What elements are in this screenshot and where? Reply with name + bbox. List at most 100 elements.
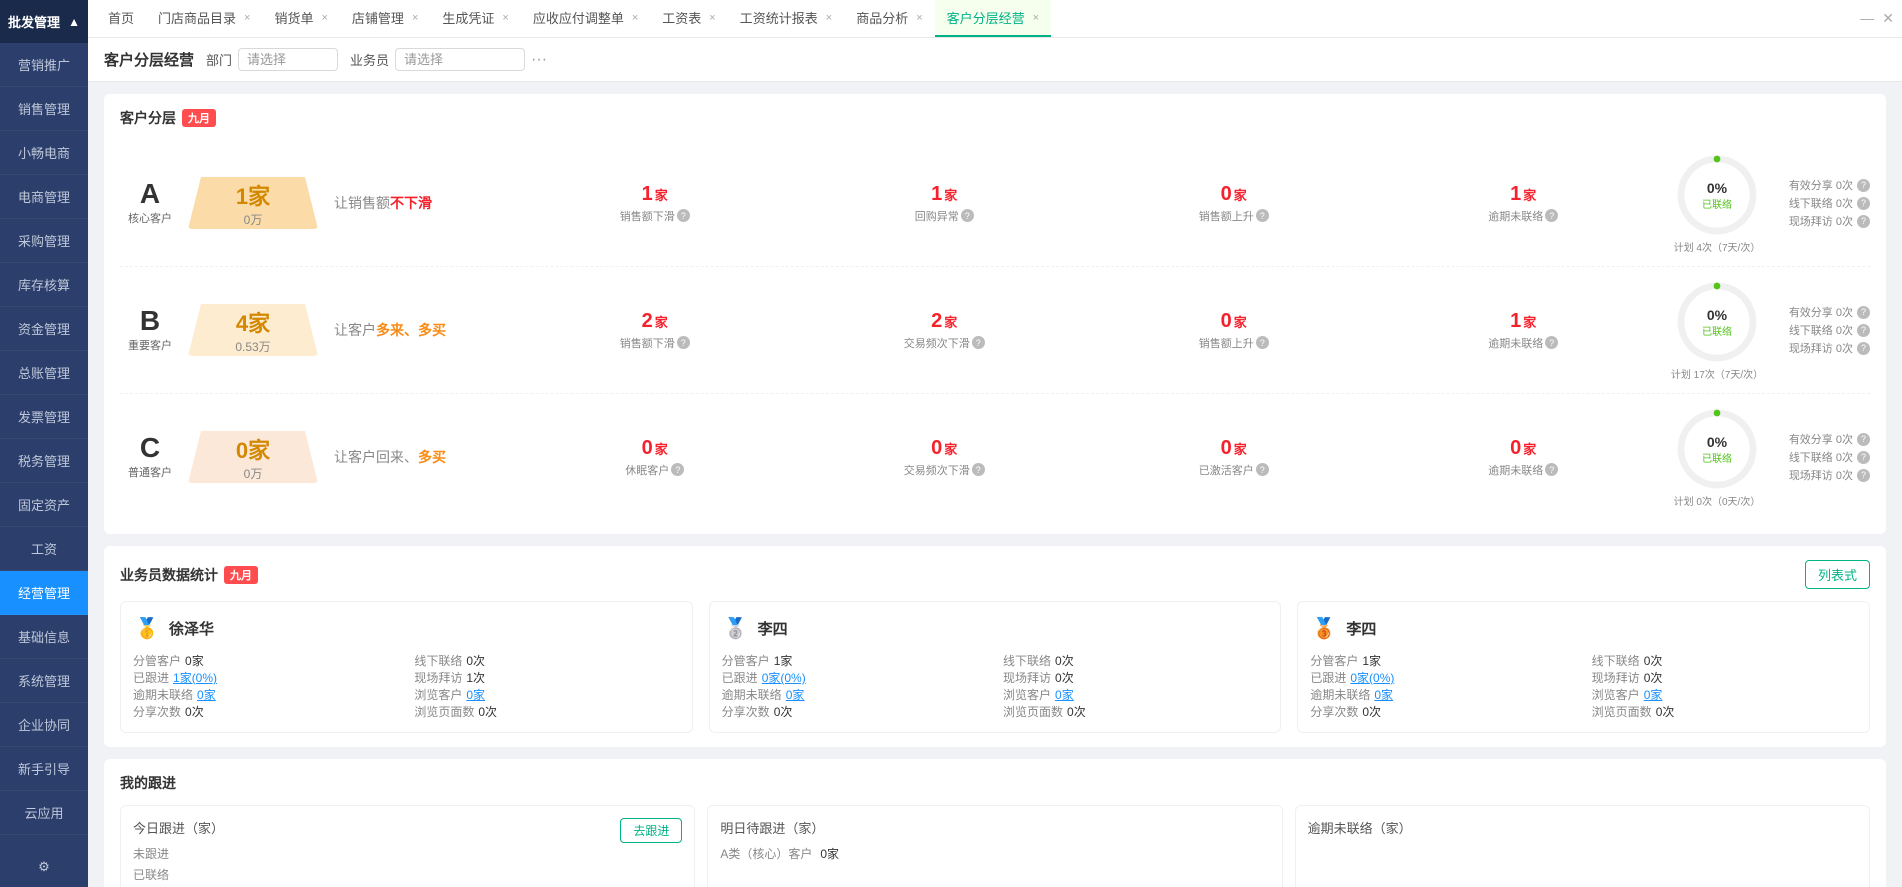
tab-sales-order[interactable]: 销货单 ×: [262, 0, 339, 37]
tab-close-product-analysis[interactable]: ×: [916, 12, 922, 24]
tab-label-product-analysis: 商品分析: [856, 8, 908, 27]
tab-close-store-mgmt[interactable]: ×: [412, 12, 418, 24]
tab-bar-actions: — ✕: [1860, 10, 1894, 27]
circle-stat-a: 0% 已联络 计划 4次（7天/次）: [1672, 150, 1762, 240]
tab-voucher[interactable]: 生成凭证 ×: [430, 0, 520, 37]
biz-name-2: 李四: [1346, 618, 1376, 639]
tier-label-b: B重要客户: [120, 307, 180, 353]
biz-row-right-2-0: 线下联络0次: [1592, 652, 1857, 669]
staff-more-icon[interactable]: ···: [531, 51, 547, 69]
sidebar-item-salary[interactable]: 工资: [0, 527, 88, 571]
sidebar-item-finance[interactable]: 资金管理: [0, 307, 88, 351]
tab-adjustment[interactable]: 应收应付调整单 ×: [521, 0, 650, 37]
stat-item-b-3[interactable]: 1家逾期未联络 ?: [1383, 310, 1665, 351]
sidebar-collapse-icon[interactable]: ▲: [68, 15, 80, 29]
tab-payroll-report[interactable]: 工资统计报表×: [728, 0, 844, 37]
sidebar-item-assets[interactable]: 固定资产: [0, 483, 88, 527]
follow-card-title-1: 明日待跟进（家）: [720, 818, 1269, 837]
sidebar-item-system[interactable]: 系统管理: [0, 659, 88, 703]
list-view-button[interactable]: 列表式: [1805, 560, 1870, 589]
tier-count-a[interactable]: 1家0万: [188, 177, 318, 229]
stat-item-b-1[interactable]: 2家交易频次下滑 ?: [804, 310, 1086, 351]
sidebar-header[interactable]: 批发管理 ▲: [0, 0, 88, 43]
sidebar-item-ecommerce[interactable]: 小畅电商: [0, 131, 88, 175]
window-minimize-icon[interactable]: —: [1860, 10, 1874, 27]
biz-row-left-1-1: 已跟进0家(0%): [722, 669, 987, 686]
tab-label-adjustment: 应收应付调整单: [533, 8, 624, 27]
sidebar-item-guide[interactable]: 新手引导: [0, 747, 88, 791]
tier-label-c: C普通客户: [120, 434, 180, 480]
tab-label-home: 首页: [108, 8, 134, 27]
tab-label-sales-order: 销货单: [274, 8, 313, 27]
tier-row-b: B重要客户4家0.53万让客户多来、多买2家销售额下滑 ?2家交易频次下滑 ?0…: [120, 267, 1870, 394]
sidebar-item-collab[interactable]: 企业协同: [0, 703, 88, 747]
sidebar-item-sales[interactable]: 销售管理: [0, 87, 88, 131]
circle-stat-c: 0% 已联络 计划 0次（0天/次）: [1672, 404, 1762, 494]
biz-row-right-1-0: 线下联络0次: [1003, 652, 1268, 669]
tab-label-voucher: 生成凭证: [442, 8, 494, 27]
tab-close-payroll[interactable]: ×: [709, 12, 715, 24]
tab-close-sales-order[interactable]: ×: [321, 12, 327, 24]
sidebar-item-ledger[interactable]: 总账管理: [0, 351, 88, 395]
biz-name-0: 徐泽华: [169, 618, 214, 639]
stat-item-a-3[interactable]: 1家逾期未联络 ?: [1383, 183, 1665, 224]
stat-item-c-2[interactable]: 0家已激活客户 ?: [1093, 437, 1375, 478]
sidebar-item-operations[interactable]: 经营管理: [0, 571, 88, 615]
dept-label: 部门: [206, 50, 232, 69]
biz-row-right-0-1: 现场拜访1次: [414, 669, 679, 686]
tier-row-a: A核心客户1家0万让销售额不下滑1家销售额下滑 ?1家回购异常 ?0家销售额上升…: [120, 140, 1870, 267]
tab-close-adjustment[interactable]: ×: [632, 12, 638, 24]
stat-item-b-2[interactable]: 0家销售额上升 ?: [1093, 310, 1375, 351]
stat-item-a-0[interactable]: 1家销售额下滑 ?: [514, 183, 796, 224]
biz-row-left-0-0: 分管客户0家: [133, 652, 398, 669]
tier-slogan-a: 让销售额不下滑: [326, 193, 506, 213]
tab-close-customer-tier[interactable]: ×: [1033, 12, 1039, 24]
sidebar-item-base[interactable]: 基础信息: [0, 615, 88, 659]
tab-close-catalog[interactable]: ×: [244, 12, 250, 24]
tab-bar: 首页门店商品目录×销货单×店铺管理×生成凭证×应收应付调整单×工资表×工资统计报…: [88, 0, 1902, 38]
medal-icon-0: 🥇: [133, 614, 161, 642]
tab-payroll[interactable]: 工资表×: [650, 0, 727, 37]
stat-item-c-1[interactable]: 0家交易频次下滑 ?: [804, 437, 1086, 478]
dept-select[interactable]: 请选择: [238, 48, 338, 71]
tier-count-b[interactable]: 4家0.53万: [188, 304, 318, 356]
settings-icon[interactable]: ⚙: [0, 847, 88, 887]
staff-field: 业务员 请选择 ···: [350, 48, 547, 71]
stat-item-a-2[interactable]: 0家销售额上升 ?: [1093, 183, 1375, 224]
go-follow-button[interactable]: 去跟进: [620, 818, 682, 843]
medal-icon-2: 🥉: [1310, 614, 1338, 642]
content-header: 客户分层经营 部门 请选择 业务员 请选择 ···: [88, 38, 1902, 82]
sidebar-item-purchase[interactable]: 采购管理: [0, 219, 88, 263]
tab-close-voucher[interactable]: ×: [502, 12, 508, 24]
tab-store-mgmt[interactable]: 店铺管理×: [340, 0, 430, 37]
tab-catalog[interactable]: 门店商品目录×: [146, 0, 262, 37]
sidebar-item-marketing[interactable]: 营销推广: [0, 43, 88, 87]
stat-item-c-0[interactable]: 0家休眠客户 ?: [514, 437, 796, 478]
sidebar-item-invoice[interactable]: 发票管理: [0, 395, 88, 439]
biz-row-right-2-2: 浏览客户0家: [1592, 686, 1857, 703]
staff-label: 业务员: [350, 50, 389, 69]
biz-card-1: 🥈李四分管客户1家已跟进0家(0%)逾期未联络0家分享次数0次线下联络0次现场拜…: [709, 601, 1282, 733]
staff-select[interactable]: 请选择: [395, 48, 525, 71]
stat-item-c-3[interactable]: 0家逾期未联络 ?: [1383, 437, 1665, 478]
sidebar-item-tax[interactable]: 税务管理: [0, 439, 88, 483]
tier-count-c[interactable]: 0家0万: [188, 431, 318, 483]
tier-slogan-c: 让客户回来、多买: [326, 447, 506, 467]
stat-item-a-1[interactable]: 1家回购异常 ?: [804, 183, 1086, 224]
follow-row-0-0: 未跟进: [133, 845, 682, 862]
sidebar-item-inventory[interactable]: 库存核算: [0, 263, 88, 307]
stat-item-b-0[interactable]: 2家销售额下滑 ?: [514, 310, 796, 351]
biz-section: 业务员数据统计 九月 列表式 🥇徐泽华分管客户0家已跟进1家(0%)逾期未联络0…: [104, 546, 1886, 747]
biz-row-right-0-3: 浏览页面数0次: [414, 703, 679, 720]
tab-product-analysis[interactable]: 商品分析 ×: [844, 0, 934, 37]
tab-customer-tier[interactable]: 客户分层经营×: [935, 0, 1051, 37]
biz-row-right-2-3: 浏览页面数0次: [1592, 703, 1857, 720]
sidebar-item-ecom-mgmt[interactable]: 电商管理: [0, 175, 88, 219]
page-title: 客户分层经营: [104, 49, 194, 70]
window-close-icon[interactable]: ✕: [1882, 10, 1894, 27]
tab-close-payroll-report[interactable]: ×: [826, 12, 832, 24]
follow-card-0: 今日跟进（家）去跟进未跟进已联络未联络: [120, 805, 695, 887]
biz-row-right-1-1: 现场拜访0次: [1003, 669, 1268, 686]
sidebar-item-cloud[interactable]: 云应用: [0, 791, 88, 835]
tab-home[interactable]: 首页: [96, 0, 146, 37]
